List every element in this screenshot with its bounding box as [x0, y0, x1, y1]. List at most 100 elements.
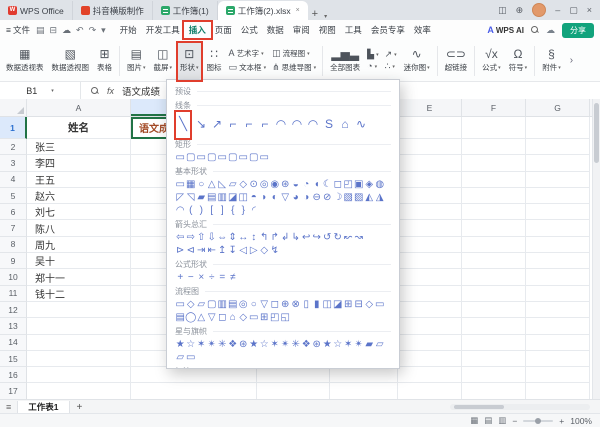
cell-G16[interactable] [526, 367, 590, 384]
shape-glyph[interactable]: ★ [322, 338, 333, 350]
mindmap-button[interactable]: ⋔ 思维导图 ▾ [272, 62, 316, 73]
shape-glyph[interactable]: { [228, 204, 239, 216]
zoom-out-button[interactable]: − [512, 416, 517, 426]
redo-icon[interactable]: ↷ [89, 25, 97, 36]
wps-ai-button[interactable]: A WPS AI [487, 25, 524, 35]
shape-glyph[interactable]: ↔ [238, 231, 249, 243]
cell-G7[interactable] [526, 220, 590, 237]
shape-glyph[interactable]: ◠ [175, 204, 186, 216]
equation-button[interactable]: √x 公式 ▾ [479, 42, 504, 79]
shape-glyph[interactable]: = [217, 271, 228, 283]
cell-E11[interactable] [398, 285, 462, 302]
shape-glyph[interactable]: ↗ [209, 114, 225, 134]
shape-glyph[interactable]: ◑ [301, 191, 312, 203]
shape-glyph[interactable]: ✴ [354, 338, 365, 350]
shape-glyph[interactable]: ⇦ [175, 231, 186, 243]
cell-E9[interactable] [398, 253, 462, 270]
document-tab[interactable]: 工作簿(2).xlsx × [217, 1, 308, 20]
ribbon-tab-开发工具[interactable]: 开发工具 [142, 22, 184, 38]
cell-G1[interactable] [526, 117, 590, 139]
symbol-button[interactable]: Ω 符号 ▾ [506, 42, 531, 79]
shape-glyph[interactable]: ⊲ [186, 244, 197, 256]
cell-G4[interactable] [526, 171, 590, 188]
shape-glyph[interactable]: ☾ [322, 178, 333, 190]
cell-C16[interactable] [257, 367, 330, 384]
shape-glyph[interactable]: ▰ [196, 191, 207, 203]
shape-glyph[interactable]: ▤ [207, 191, 218, 203]
column-header-A[interactable]: A [27, 99, 131, 116]
shape-glyph[interactable]: ▦ [186, 178, 197, 190]
shape-glyph[interactable]: ⊕ [280, 298, 291, 310]
cell-A5[interactable]: 赵六 [27, 187, 131, 205]
cell-E13[interactable] [398, 318, 462, 335]
formula-content[interactable]: 语文成绩 [122, 84, 160, 98]
cell-D17[interactable] [330, 383, 398, 399]
shape-glyph[interactable]: ⊛ [312, 338, 323, 350]
cell-E12[interactable] [398, 301, 462, 319]
shape-glyph[interactable]: ▭ [249, 311, 260, 323]
picture-button[interactable]: ▤ 图片 ▾ [124, 42, 149, 79]
cell-A16[interactable] [27, 367, 131, 384]
shape-glyph[interactable]: ⊛ [280, 178, 291, 190]
cell-F8[interactable] [462, 236, 526, 254]
shape-glyph[interactable]: ✶ [270, 338, 281, 350]
shape-glyph[interactable]: ⌂ [337, 114, 353, 134]
cell-F12[interactable] [462, 301, 526, 319]
table-button[interactable]: ⊞ 表格 [94, 42, 115, 79]
shape-glyph[interactable]: ⊖ [312, 191, 323, 203]
cell-E6[interactable] [398, 204, 462, 221]
cell-F1[interactable] [462, 117, 526, 139]
formula-search-icon[interactable] [91, 86, 99, 95]
flowchart-button[interactable]: ◫ 流程图 ▾ [272, 48, 316, 59]
cell-F6[interactable] [462, 204, 526, 221]
cell-E5[interactable] [398, 187, 462, 205]
shape-glyph[interactable]: ▢ [207, 151, 218, 163]
shape-glyph[interactable]: ↩ [301, 231, 312, 243]
cell-G17[interactable] [526, 383, 590, 399]
row-header-5[interactable]: 5 [0, 187, 27, 205]
shape-glyph[interactable]: ↲ [280, 231, 291, 243]
name-box[interactable]: B1 ▾ [0, 82, 81, 99]
cell-F14[interactable] [462, 334, 526, 351]
shape-glyph[interactable]: ⌐ [257, 114, 273, 134]
shape-glyph[interactable]: ↧ [228, 244, 239, 256]
shape-glyph[interactable]: ◉ [270, 178, 281, 190]
column-header-G[interactable]: G [526, 99, 590, 116]
ribbon-tab-公式[interactable]: 公式 [237, 22, 262, 38]
ribbon-tab-开始[interactable]: 开始 [116, 22, 141, 38]
cell-G12[interactable] [526, 301, 590, 319]
cell-G15[interactable] [526, 350, 590, 368]
ribbon-tab-效率[interactable]: 效率 [410, 22, 435, 38]
shape-glyph[interactable]: ↰ [259, 231, 270, 243]
shape-glyph[interactable]: ▽ [207, 311, 218, 323]
cell-A15[interactable] [27, 350, 131, 368]
shape-glyph[interactable]: ÷ [207, 271, 218, 283]
shape-glyph[interactable]: ◠ [305, 114, 321, 134]
fx-icon[interactable]: fx [107, 86, 114, 96]
shape-glyph[interactable]: ✳ [291, 338, 302, 350]
cell-E10[interactable] [398, 269, 462, 286]
shape-glyph[interactable]: ◭ [364, 191, 375, 203]
shape-glyph[interactable]: ✴ [207, 338, 218, 350]
annotated-line-shape[interactable]: ╲ [174, 110, 192, 140]
shape-glyph[interactable]: ◇ [238, 311, 249, 323]
shape-glyph[interactable]: ⇨ [186, 231, 197, 243]
shape-glyph[interactable]: ◈ [364, 178, 375, 190]
shape-glyph[interactable]: ▧ [343, 191, 354, 203]
shape-glyph[interactable]: ↕ [249, 231, 260, 243]
shape-glyph[interactable]: ▢ [186, 151, 197, 163]
shape-glyph[interactable]: ▨ [354, 191, 365, 203]
shapes-button[interactable]: ⊡ 形状 ▾ [176, 41, 203, 82]
cell-A8[interactable]: 周九 [27, 236, 131, 254]
shape-glyph[interactable]: ▭ [186, 351, 197, 363]
shape-glyph[interactable]: ↺ [322, 231, 333, 243]
shape-glyph[interactable]: ∿ [353, 114, 369, 134]
shape-glyph[interactable]: ↱ [270, 231, 281, 243]
shape-glyph[interactable]: ◒ [291, 178, 302, 190]
shape-glyph[interactable]: ▭ [175, 298, 186, 310]
shape-glyph[interactable]: ◓ [249, 191, 260, 203]
cell-A17[interactable] [27, 383, 131, 399]
shape-glyph[interactable]: ⇤ [207, 244, 218, 256]
pivot-table-button[interactable]: ▦ 数据透视表 [3, 42, 47, 79]
shape-glyph[interactable]: ⌐ [241, 114, 257, 134]
